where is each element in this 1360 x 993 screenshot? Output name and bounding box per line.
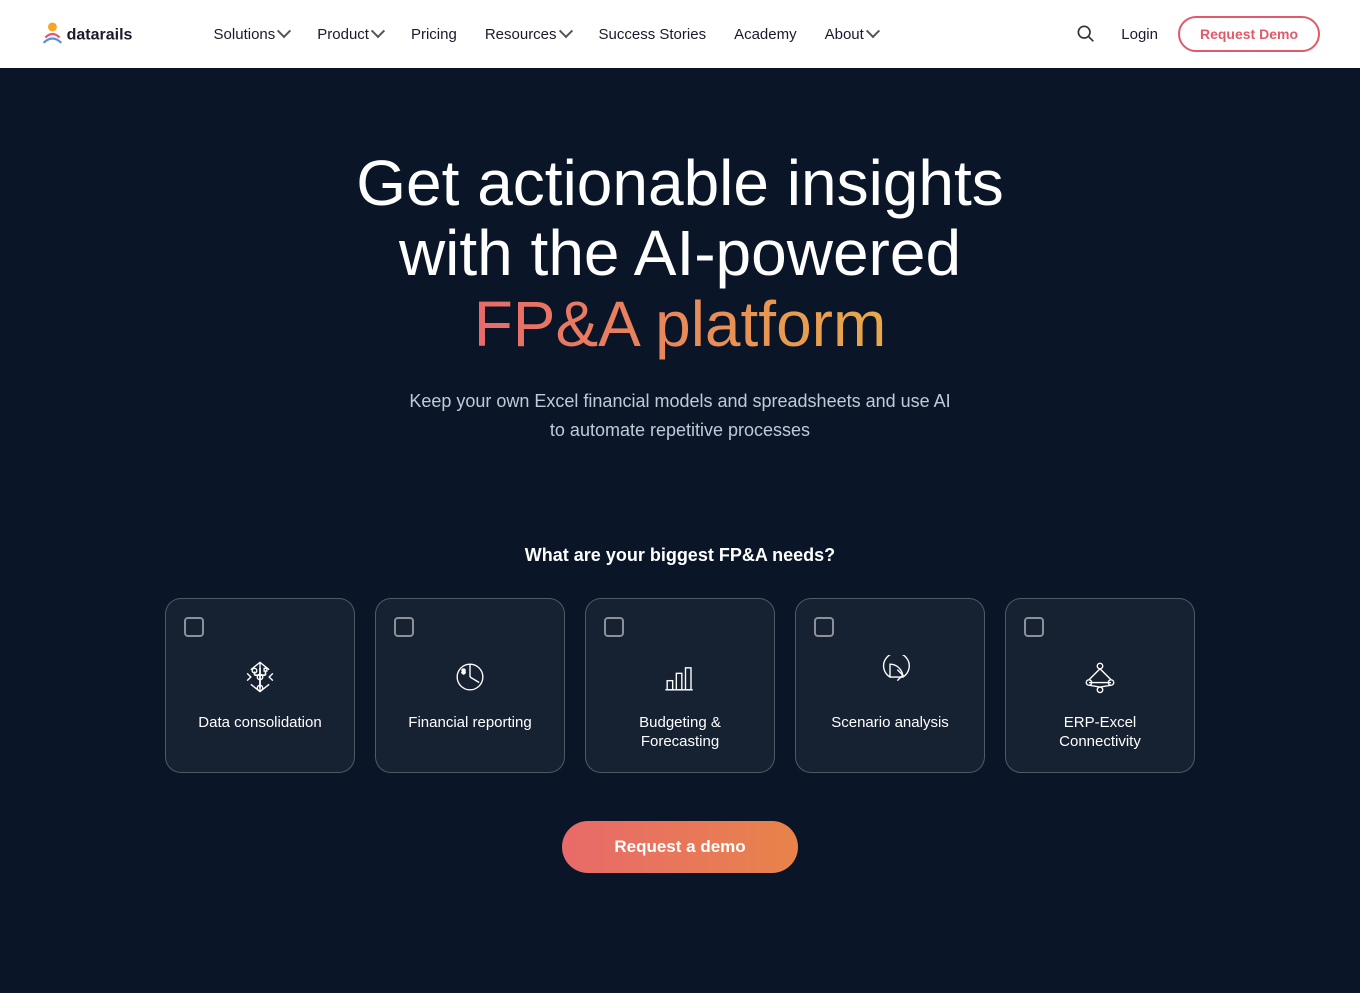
svg-text:$: $ (462, 668, 466, 675)
nav-about[interactable]: About (815, 18, 888, 51)
card-data-consolidation[interactable]: Data consolidation (165, 598, 355, 773)
card-label-2: Financial reporting (394, 713, 546, 733)
budgeting-icon (604, 655, 756, 699)
card-label-5: ERP-ExcelConnectivity (1024, 713, 1176, 752)
card-budgeting-forecasting[interactable]: Budgeting &Forecasting (585, 598, 775, 773)
request-demo-nav-button[interactable]: Request Demo (1178, 16, 1320, 52)
card-checkbox-3[interactable] (604, 617, 624, 637)
nav-academy[interactable]: Academy (724, 18, 807, 51)
card-checkbox-2[interactable] (394, 617, 414, 637)
hero-subtitle: Keep your own Excel financial models and… (40, 387, 1320, 445)
navigation: datarails Solutions Product Pricing Reso… (0, 0, 1360, 68)
card-label-4: Scenario analysis (814, 713, 966, 733)
hero-section: Get actionable insights with the AI-powe… (0, 68, 1360, 505)
nav-resources[interactable]: Resources (475, 18, 581, 51)
financial-reporting-icon: $ (394, 655, 546, 699)
card-checkbox-5[interactable] (1024, 617, 1044, 637)
logo[interactable]: datarails (40, 18, 156, 50)
hero-heading: Get actionable insights with the AI-powe… (40, 148, 1320, 359)
erp-excel-icon (1024, 655, 1176, 699)
fpa-section: What are your biggest FP&A needs? (0, 505, 1360, 993)
svg-text:datarails: datarails (67, 26, 133, 43)
cards-row: Data consolidation $ Financial reporting (80, 598, 1280, 773)
nav-pricing[interactable]: Pricing (401, 18, 467, 51)
fpa-question: What are your biggest FP&A needs? (40, 545, 1320, 566)
card-checkbox-1[interactable] (184, 617, 204, 637)
card-scenario-analysis[interactable]: Scenario analysis (795, 598, 985, 773)
cta-row: Request a demo (40, 821, 1320, 933)
card-erp-excel[interactable]: ERP-ExcelConnectivity (1005, 598, 1195, 773)
data-consolidation-icon (184, 655, 336, 699)
nav-product[interactable]: Product (307, 18, 393, 51)
nav-right: Login Request Demo (1069, 16, 1320, 52)
card-financial-reporting[interactable]: $ Financial reporting (375, 598, 565, 773)
nav-links: Solutions Product Pricing Resources Succ… (204, 18, 1070, 51)
nav-solutions[interactable]: Solutions (204, 18, 300, 51)
card-label-1: Data consolidation (184, 713, 336, 733)
nav-success-stories[interactable]: Success Stories (589, 18, 717, 51)
search-button[interactable] (1069, 17, 1101, 52)
card-checkbox-4[interactable] (814, 617, 834, 637)
request-demo-cta-button[interactable]: Request a demo (562, 821, 797, 873)
scenario-analysis-icon (814, 655, 966, 699)
login-link[interactable]: Login (1117, 18, 1162, 51)
card-label-3: Budgeting &Forecasting (604, 713, 756, 752)
